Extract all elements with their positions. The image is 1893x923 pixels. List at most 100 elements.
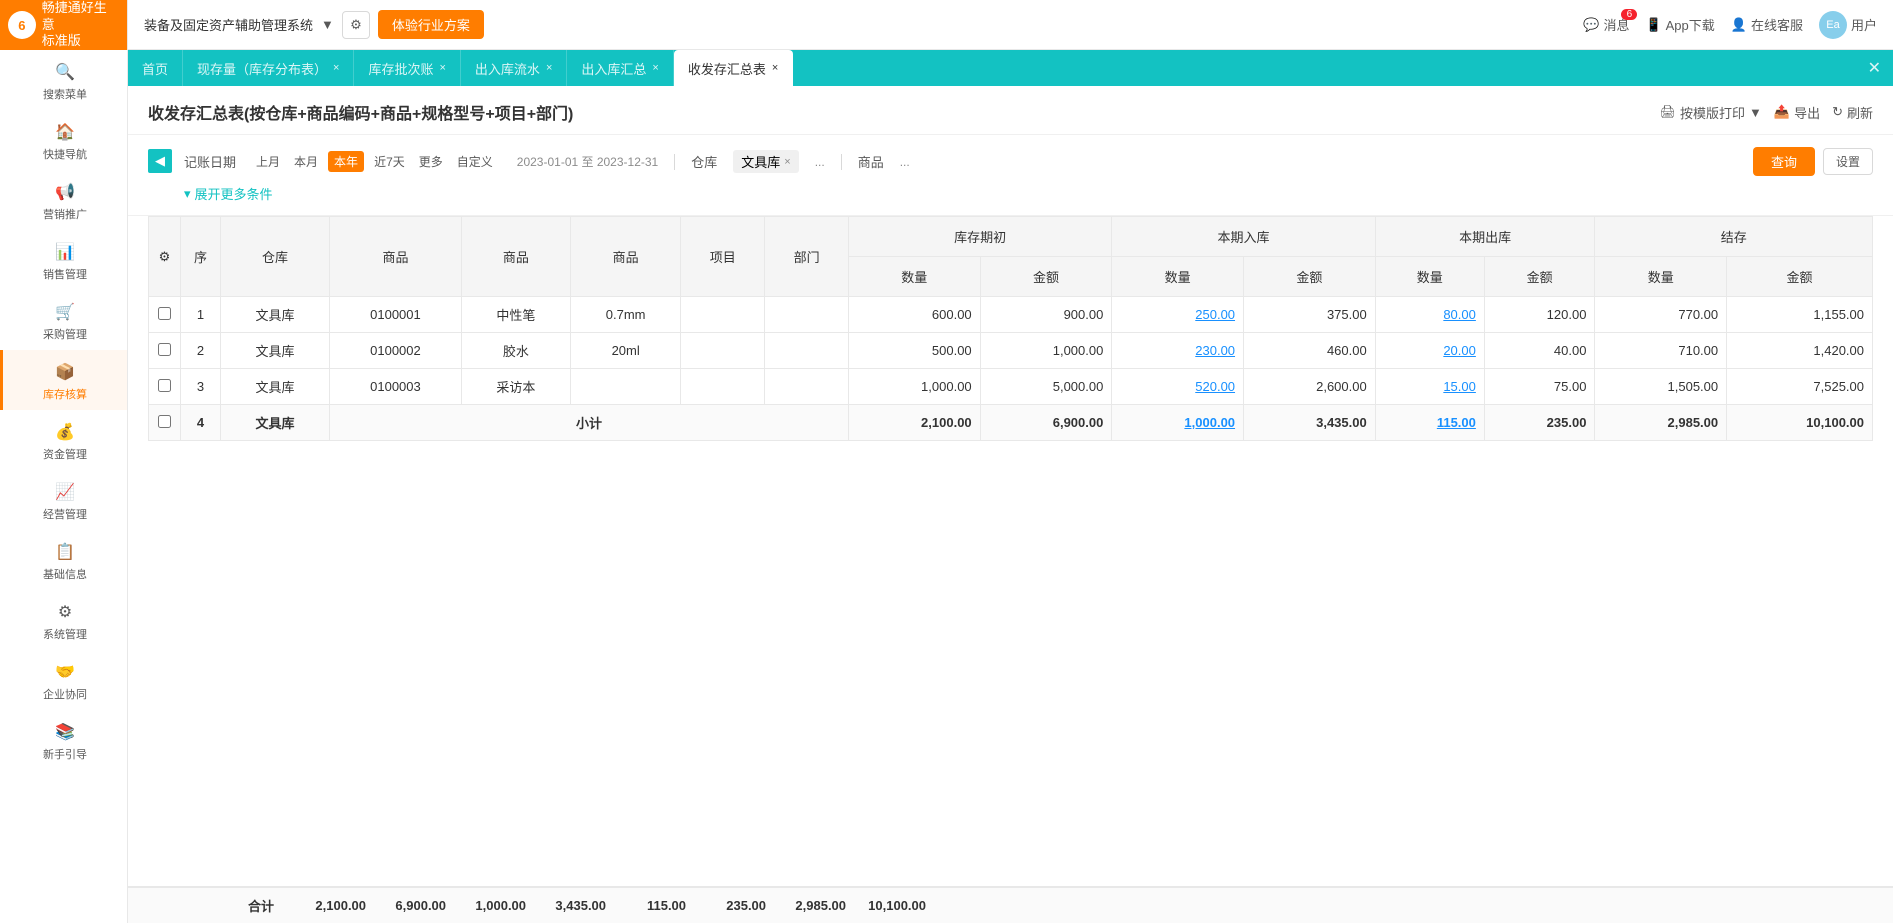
subtotal-in-qty[interactable]: 1,000.00	[1112, 405, 1244, 441]
col-settings-header[interactable]: ⚙	[149, 217, 181, 297]
sidebar-label-inventory: 库存核算	[43, 386, 87, 402]
sidebar-label-system: 系统管理	[43, 626, 87, 642]
setting-button[interactable]: 设置	[1823, 148, 1873, 175]
sidebar-logo: 6 畅捷通好生意 标准版	[0, 0, 127, 50]
date-btn-更多[interactable]: 更多	[415, 151, 447, 172]
logo-icon: 6	[8, 11, 36, 39]
sidebar-item-search[interactable]: 🔍 搜索菜单	[0, 50, 127, 110]
refresh-button[interactable]: ↻ 刷新	[1832, 103, 1873, 122]
subtotal-no: 4	[181, 405, 221, 441]
filter-row-1: 记账日期 上月本月本年近7天更多自定义 2023-01-01 至 2023-12…	[184, 147, 1873, 176]
date-btn-自定义[interactable]: 自定义	[453, 151, 497, 172]
row-checkbox-3[interactable]	[149, 369, 181, 405]
sidebar-item-sales[interactable]: 📊 销售管理	[0, 230, 127, 290]
tabs-container: 首页现存量（库存分布表）×库存批次账×出入库流水×出入库汇总×收发存汇总表×	[128, 50, 1856, 86]
sidebar-item-guide[interactable]: 📚 新手引导	[0, 710, 127, 770]
sidebar-item-quick-nav[interactable]: 🏠 快捷导航	[0, 110, 127, 170]
footer-cell-3: 3,435.00	[534, 898, 614, 913]
row-checkbox-1[interactable]	[149, 297, 181, 333]
tab-batch-account[interactable]: 库存批次账 ×	[354, 50, 460, 86]
subtotal-checkbox[interactable]	[149, 405, 181, 441]
basic-info-icon: 📋	[55, 542, 75, 562]
row-spec-3	[570, 369, 681, 405]
sidebar-label-operations: 经营管理	[43, 506, 87, 522]
row-in-qty-1[interactable]: 250.00	[1112, 297, 1244, 333]
row-dept-3	[765, 369, 849, 405]
footer-cell-6: 2,985.00	[774, 898, 854, 913]
row-checkbox-2[interactable]	[149, 333, 181, 369]
expand-more-button[interactable]: ▾ 展开更多条件	[184, 184, 1873, 203]
date-btn-本年[interactable]: 本年	[328, 151, 364, 172]
tab-close-batch-account[interactable]: ×	[439, 62, 445, 74]
row-out-qty-1[interactable]: 80.00	[1375, 297, 1484, 333]
row-no-2: 2	[181, 333, 221, 369]
subtotal-row: 4 文具库 小计 2,100.00 6,900.00 1,000.00 3,43…	[149, 405, 1873, 441]
message-icon: 💬	[1583, 17, 1599, 33]
goods-more[interactable]: ...	[900, 155, 910, 169]
expand-icon: ▾	[184, 186, 191, 202]
warehouse-tag-close[interactable]: ×	[784, 156, 790, 168]
tab-close-in-out-summary[interactable]: ×	[652, 62, 658, 74]
settings-button[interactable]: ⚙	[342, 11, 370, 39]
trial-button[interactable]: 体验行业方案	[378, 10, 484, 39]
tab-close-recv-send-summary[interactable]: ×	[772, 62, 778, 74]
message-button[interactable]: 💬 消息 6	[1583, 15, 1629, 34]
sidebar-item-operations[interactable]: 📈 经营管理	[0, 470, 127, 530]
gear-icon: ⚙	[350, 17, 362, 33]
date-btn-近7天[interactable]: 近7天	[370, 151, 409, 172]
sidebar-label-marketing: 营销推广	[43, 206, 87, 222]
th-closing-amt: 金额	[1727, 257, 1873, 297]
user-menu[interactable]: Ea 用户	[1819, 11, 1877, 39]
table-row: 3 文具库 0100003 采访本 1,000.00 5,000.00 520.…	[149, 369, 1873, 405]
row-opening-qty-1: 600.00	[848, 297, 980, 333]
warehouse-more[interactable]: ...	[815, 155, 825, 169]
tab-close-in-out-flow[interactable]: ×	[546, 62, 552, 74]
date-btn-本月[interactable]: 本月	[290, 151, 322, 172]
close-all-tabs-button[interactable]: ✕	[1856, 58, 1893, 78]
online-service-button[interactable]: 👤 在线客服	[1731, 15, 1803, 34]
sidebar-items: 🔍 搜索菜单 🏠 快捷导航 📢 营销推广 📊 销售管理 🛒 采购管理 📦 库存核…	[0, 50, 127, 770]
print-button[interactable]: 🖨 按模版打印 ▼	[1659, 103, 1761, 122]
app-download-button[interactable]: 📱 App下载	[1645, 15, 1714, 34]
tab-recv-send-summary[interactable]: 收发存汇总表×	[674, 50, 793, 86]
sidebar-item-marketing[interactable]: 📢 营销推广	[0, 170, 127, 230]
filter-collapse-button[interactable]: ◀	[148, 149, 172, 173]
sidebar-item-enterprise[interactable]: 🤝 企业协同	[0, 650, 127, 710]
sidebar-label-enterprise: 企业协同	[43, 686, 87, 702]
avatar: Ea	[1819, 11, 1847, 39]
query-button[interactable]: 查询	[1753, 147, 1815, 176]
row-name-1: 中性笔	[461, 297, 570, 333]
date-btn-上月[interactable]: 上月	[252, 151, 284, 172]
th-group-closing: 结存	[1595, 217, 1873, 257]
warehouse-tag-text: 文具库	[741, 152, 780, 171]
tab-in-out-summary[interactable]: 出入库汇总×	[567, 50, 673, 86]
tab-in-out-flow[interactable]: 出入库流水×	[461, 50, 567, 86]
row-out-qty-3[interactable]: 15.00	[1375, 369, 1484, 405]
sidebar-item-inventory[interactable]: 📦 库存核算	[0, 350, 127, 410]
phone-icon: 📱	[1645, 17, 1661, 33]
export-button[interactable]: 📤 导出	[1774, 103, 1820, 122]
sidebar-item-finance[interactable]: 💰 资金管理	[0, 410, 127, 470]
row-out-qty-2[interactable]: 20.00	[1375, 333, 1484, 369]
sales-icon: 📊	[55, 242, 75, 262]
date-buttons: 上月本月本年近7天更多自定义	[252, 151, 497, 172]
sidebar-item-basic-info[interactable]: 📋 基础信息	[0, 530, 127, 590]
tab-label-batch-account: 库存批次账	[368, 59, 433, 78]
sidebar-item-system[interactable]: ⚙ 系统管理	[0, 590, 127, 650]
row-in-qty-3[interactable]: 520.00	[1112, 369, 1244, 405]
tab-home[interactable]: 首页	[128, 50, 183, 86]
row-in-qty-2[interactable]: 230.00	[1112, 333, 1244, 369]
row-dept-1	[765, 297, 849, 333]
table-row: 2 文具库 0100002 胶水 20ml 500.00 1,000.00 23…	[149, 333, 1873, 369]
row-dept-2	[765, 333, 849, 369]
system-dropdown[interactable]: ▼	[321, 17, 334, 32]
subtotal-out-qty[interactable]: 115.00	[1375, 405, 1484, 441]
th-dept: 部门	[765, 217, 849, 297]
th-out-qty: 数量	[1375, 257, 1484, 297]
sidebar-label-purchase: 采购管理	[43, 326, 87, 342]
tab-stock-dist[interactable]: 现存量（库存分布表）×	[183, 50, 354, 86]
sidebar-item-purchase[interactable]: 🛒 采购管理	[0, 290, 127, 350]
export-icon: 📤	[1774, 104, 1790, 120]
tab-close-stock-dist[interactable]: ×	[333, 62, 339, 74]
row-closing-amt-2: 1,420.00	[1727, 333, 1873, 369]
